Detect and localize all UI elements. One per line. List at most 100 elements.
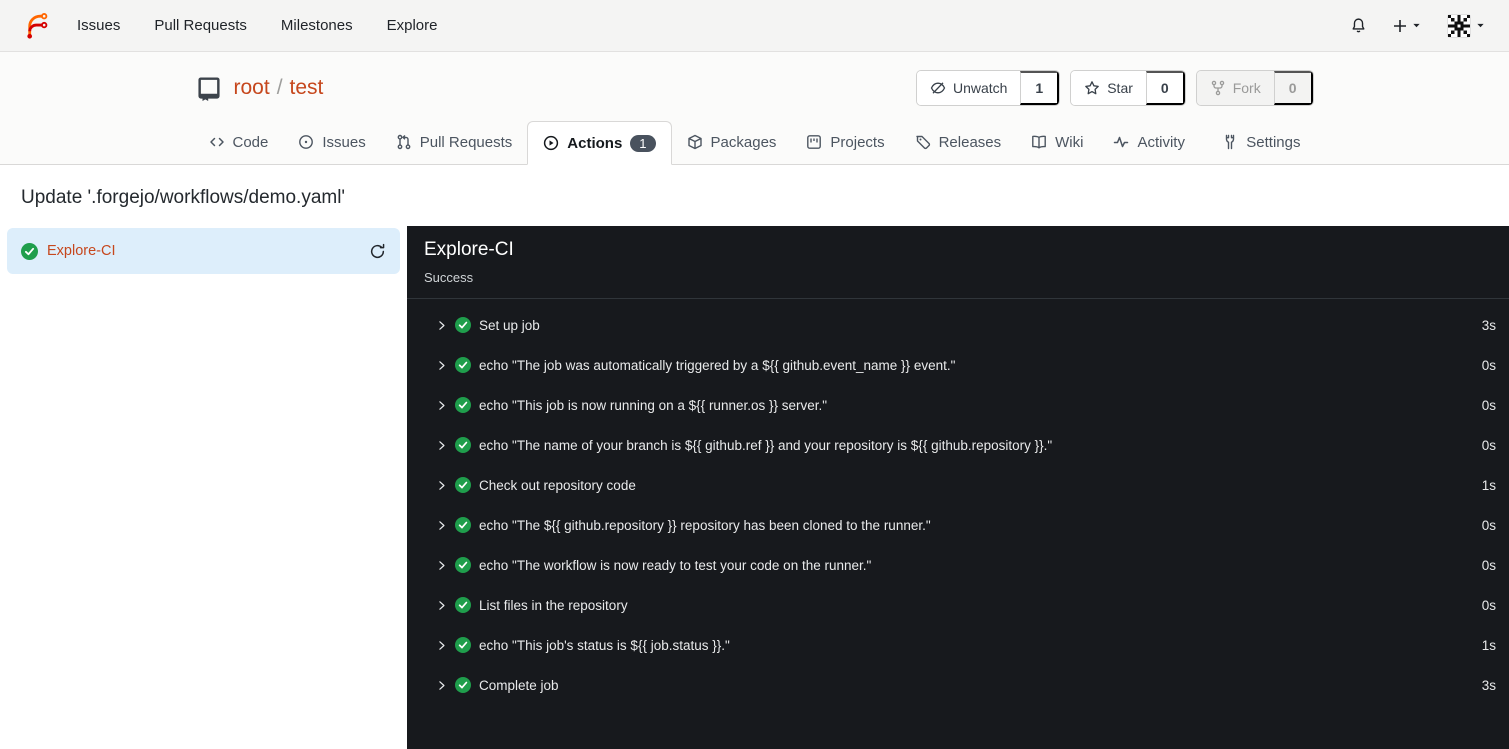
user-menu-button[interactable] xyxy=(1439,8,1493,44)
sidebar-job-explore-ci[interactable]: Explore-CI xyxy=(7,228,400,274)
step-name: echo "This job is now running on a ${{ r… xyxy=(479,397,828,413)
code-icon xyxy=(209,134,225,150)
navbar-item-issues[interactable]: Issues xyxy=(60,0,137,51)
stars-count[interactable]: 0 xyxy=(1145,71,1185,105)
star-button[interactable]: Star xyxy=(1071,71,1146,105)
run-title: Update '.forgejo/workflows/demo.yaml' xyxy=(21,187,346,208)
step-duration: 1s xyxy=(1481,477,1496,493)
top-navbar: Issues Pull Requests Milestones Explore xyxy=(0,0,1509,52)
chevron-right-icon xyxy=(435,359,448,372)
step-duration: 0s xyxy=(1481,517,1496,533)
step-row[interactable]: List files in the repository 0s xyxy=(407,585,1509,625)
step-row[interactable]: Complete job 3s xyxy=(407,665,1509,705)
navbar-item-milestones[interactable]: Milestones xyxy=(264,0,370,51)
tab-label: Settings xyxy=(1246,133,1301,151)
actions-run-view: Update '.forgejo/workflows/demo.yaml' Ex… xyxy=(0,165,1509,749)
bell-icon xyxy=(1350,17,1367,34)
tab-label: Releases xyxy=(938,133,1002,151)
check-circle-icon xyxy=(21,243,38,260)
step-name: Complete job xyxy=(479,677,559,693)
step-name: echo "The ${{ github.repository }} repos… xyxy=(479,517,931,533)
git-fork-icon xyxy=(1210,80,1226,96)
notifications-button[interactable] xyxy=(1342,11,1375,40)
tab-pull-requests[interactable]: Pull Requests xyxy=(381,120,528,164)
issue-opened-icon xyxy=(298,134,314,150)
chevron-right-icon xyxy=(435,559,448,572)
step-duration: 0s xyxy=(1481,397,1496,413)
star-icon xyxy=(1084,80,1100,96)
tab-label: Wiki xyxy=(1055,133,1084,151)
play-circle-icon xyxy=(543,135,559,151)
repo-tab-bar: Code Issues Pull Requests Actions 1 Pack… xyxy=(194,120,1316,165)
repo-owner-link[interactable]: root xyxy=(234,76,270,100)
caret-down-icon xyxy=(1412,21,1421,30)
step-name: echo "This job's status is ${{ job.statu… xyxy=(479,637,730,653)
tab-label: Issues xyxy=(322,133,366,151)
chevron-right-icon xyxy=(435,399,448,412)
repo-name-link[interactable]: test xyxy=(290,76,324,100)
chevron-right-icon xyxy=(435,599,448,612)
chevron-right-icon xyxy=(435,679,448,692)
check-circle-icon xyxy=(455,357,471,373)
fork-label: Fork xyxy=(1232,80,1261,96)
tab-issues[interactable]: Issues xyxy=(283,120,380,164)
step-duration: 0s xyxy=(1481,437,1496,453)
step-name: echo "The job was automatically triggere… xyxy=(479,357,956,373)
check-circle-icon xyxy=(455,317,471,333)
rerun-job-button[interactable] xyxy=(369,243,386,260)
repo-book-icon xyxy=(196,75,222,101)
tab-activity[interactable]: Activity xyxy=(1098,120,1200,164)
step-row[interactable]: echo "This job is now running on a ${{ r… xyxy=(407,385,1509,425)
step-row[interactable]: echo "This job's status is ${{ job.statu… xyxy=(407,625,1509,665)
unwatch-button[interactable]: Unwatch xyxy=(916,71,1021,105)
tab-label: Packages xyxy=(710,133,777,151)
repo-path-separator: / xyxy=(276,76,283,99)
tab-label: Pull Requests xyxy=(419,133,513,151)
fork-button[interactable]: Fork xyxy=(1196,71,1274,105)
tab-wiki[interactable]: Wiki xyxy=(1016,120,1098,164)
step-row[interactable]: echo "The ${{ github.repository }} repos… xyxy=(407,505,1509,545)
tab-settings[interactable]: Settings xyxy=(1207,120,1315,164)
tab-releases[interactable]: Releases xyxy=(900,120,1017,164)
navbar-links: Issues Pull Requests Milestones Explore xyxy=(60,0,454,51)
step-row[interactable]: echo "The job was automatically triggere… xyxy=(407,345,1509,385)
step-name: echo "The workflow is now ready to test … xyxy=(479,557,872,573)
repo-title-row: root / test Unwatch 1 Star 0 Fork 0 xyxy=(194,70,1316,106)
tab-label: Code xyxy=(232,133,269,151)
step-row[interactable]: Check out repository code 1s xyxy=(407,465,1509,505)
forks-count[interactable]: 0 xyxy=(1273,71,1313,105)
fork-button-group: Fork 0 xyxy=(1195,70,1314,106)
chevron-right-icon xyxy=(435,479,448,492)
tab-packages[interactable]: Packages xyxy=(672,120,792,164)
caret-down-icon xyxy=(1476,21,1485,30)
watchers-count[interactable]: 1 xyxy=(1020,71,1060,105)
tools-icon xyxy=(1222,134,1238,150)
tab-code[interactable]: Code xyxy=(194,120,284,164)
navbar-item-pull-requests[interactable]: Pull Requests xyxy=(137,0,264,51)
check-circle-icon xyxy=(455,557,471,573)
check-circle-icon xyxy=(455,637,471,653)
step-duration: 0s xyxy=(1481,597,1496,613)
step-row[interactable]: Set up job 3s xyxy=(407,305,1509,345)
chevron-right-icon xyxy=(435,439,448,452)
step-name: echo "The name of your branch is ${{ git… xyxy=(479,437,1053,453)
job-name-label: Explore-CI xyxy=(47,243,116,259)
step-duration: 3s xyxy=(1481,677,1496,693)
check-circle-icon xyxy=(455,397,471,413)
navbar-item-explore[interactable]: Explore xyxy=(370,0,455,51)
chevron-right-icon xyxy=(435,519,448,532)
tab-projects[interactable]: Projects xyxy=(791,120,899,164)
forgejo-logo-icon[interactable] xyxy=(22,12,50,40)
tab-actions[interactable]: Actions 1 xyxy=(527,121,672,165)
step-name: Set up job xyxy=(479,317,540,333)
book-open-icon xyxy=(1031,134,1047,150)
plus-icon xyxy=(1393,19,1407,33)
step-row[interactable]: echo "The name of your branch is ${{ git… xyxy=(407,425,1509,465)
unwatch-label: Unwatch xyxy=(952,80,1008,96)
job-log-panel: Explore-CI Success Set up job 3s echo "T… xyxy=(407,226,1509,749)
check-circle-icon xyxy=(455,437,471,453)
tab-label: Activity xyxy=(1137,133,1185,151)
eye-off-icon xyxy=(930,80,946,96)
step-row[interactable]: echo "The workflow is now ready to test … xyxy=(407,545,1509,585)
create-new-button[interactable] xyxy=(1385,13,1429,39)
